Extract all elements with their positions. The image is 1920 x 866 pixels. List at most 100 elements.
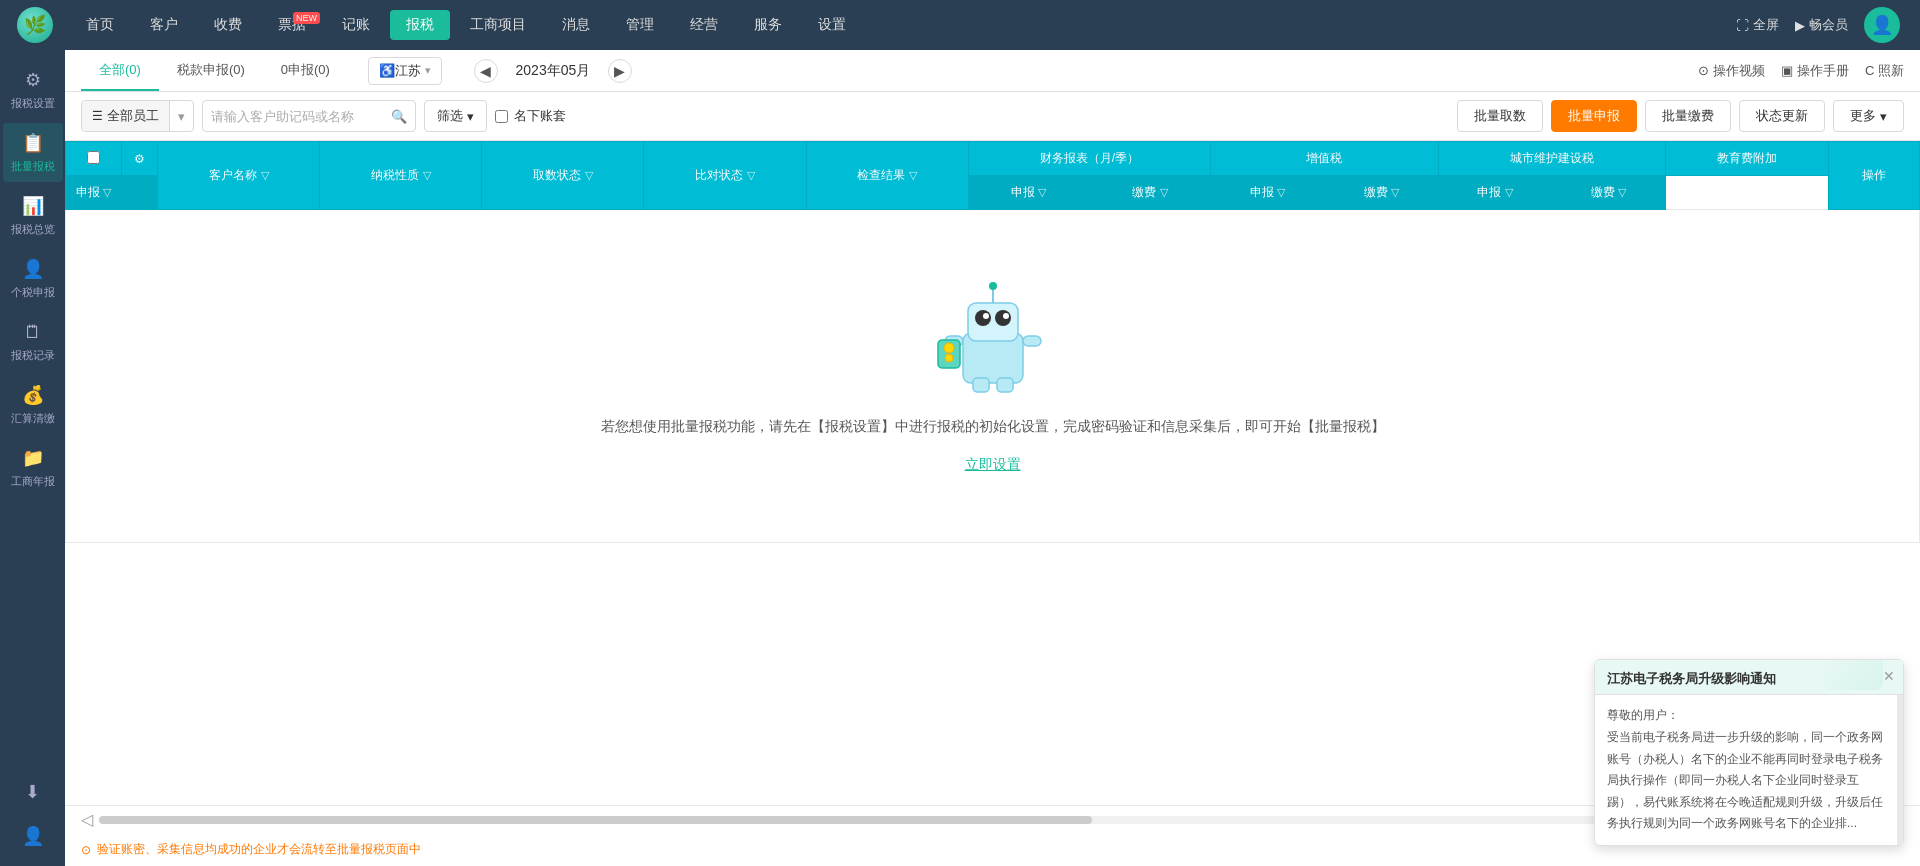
th-urban-pay: 缴费 ▽ — [1324, 176, 1438, 210]
notification-close-button[interactable]: ✕ — [1883, 668, 1895, 684]
svg-point-11 — [944, 343, 954, 353]
table-settings-icon[interactable]: ⚙ — [134, 152, 145, 166]
new-badge: NEW — [293, 12, 320, 24]
nav-item-settings[interactable]: 设置 — [802, 10, 862, 40]
nav-item-tax[interactable]: 报税 — [390, 10, 450, 40]
date-navigation: ◀ 2023年05月 ▶ — [474, 59, 632, 83]
empty-state-cell: 若您想使用批量报税功能，请先在【报税设置】中进行报税的初始化设置，完成密码验证和… — [66, 210, 1920, 543]
setup-link[interactable]: 立即设置 — [965, 456, 1021, 474]
svg-point-7 — [989, 282, 997, 290]
batch-fetch-button[interactable]: 批量取数 — [1457, 100, 1543, 132]
employee-selector[interactable]: ☰ 全部员工 ▾ — [81, 100, 194, 132]
search-icon[interactable]: 🔍 — [391, 109, 407, 124]
fullscreen-button[interactable]: ⛶ 全屏 — [1736, 16, 1779, 34]
filter-icon-edu-pay[interactable]: ▽ — [1618, 186, 1626, 198]
operation-video-button[interactable]: ⊙ 操作视频 — [1698, 62, 1765, 80]
nav-item-bookkeeping[interactable]: 记账 — [326, 10, 386, 40]
sidebar-item-annual-report[interactable]: 📁 工商年报 — [3, 438, 63, 497]
filter-icon-name[interactable]: ▽ — [261, 169, 269, 181]
date-next-button[interactable]: ▶ — [608, 59, 632, 83]
notification-panel: 江苏电子税务局升级影响通知 ✕ 尊敬的用户： 受当前电子税务局进一步升级的影响，… — [1594, 659, 1904, 846]
nav-item-fee[interactable]: 收费 — [198, 10, 258, 40]
th-financial-sub2 — [122, 176, 158, 210]
sidebar-item-user[interactable]: 👤 — [3, 816, 63, 856]
filter-icon-fin-dec[interactable]: ▽ — [103, 186, 111, 198]
manual-icon: ▣ — [1781, 63, 1793, 78]
list-icon: ☰ — [92, 109, 103, 123]
checkbox-account-set[interactable]: 名下账套 — [495, 107, 566, 125]
user-avatar[interactable]: 👤 — [1864, 7, 1900, 43]
region-selector[interactable]: ♿江苏 ▾ — [368, 57, 442, 85]
status-update-button[interactable]: 状态更新 — [1739, 100, 1825, 132]
filter-icon-edu-dec[interactable]: ▽ — [1505, 186, 1513, 198]
account-set-checkbox[interactable] — [495, 110, 508, 123]
tax-overview-icon: 📊 — [21, 194, 45, 218]
empty-robot-illustration — [933, 278, 1053, 398]
th-check-result: 检查结果 ▽ — [806, 142, 968, 210]
svg-rect-14 — [997, 378, 1013, 392]
search-input[interactable] — [211, 109, 391, 124]
filter-icon-urban-pay[interactable]: ▽ — [1391, 186, 1399, 198]
th-urban-declare: 申报 ▽ — [1211, 176, 1325, 210]
filter-icon-vat-pay[interactable]: ▽ — [1160, 186, 1168, 198]
nav-item-business[interactable]: 工商项目 — [454, 10, 542, 40]
filter-icon-check[interactable]: ▽ — [909, 169, 917, 181]
sidebar-item-tax-settings[interactable]: ⚙ 报税设置 — [3, 60, 63, 119]
region-arrow-icon: ▾ — [425, 64, 431, 77]
sidebar: ⚙ 报税设置 📋 批量报税 📊 报税总览 👤 个税申报 🗒 报税记录 💰 汇算清… — [0, 50, 65, 866]
more-button[interactable]: 更多 ▾ — [1833, 100, 1904, 132]
batch-pay-button[interactable]: 批量缴费 — [1645, 100, 1731, 132]
filter-icon-urban-dec[interactable]: ▽ — [1277, 186, 1285, 198]
employee-label: ☰ 全部员工 — [82, 101, 170, 131]
tabs-right: ⊙ 操作视频 ▣ 操作手册 C 照新 — [1698, 62, 1904, 80]
sidebar-item-download[interactable]: ⬇ — [3, 772, 63, 812]
nav-item-service[interactable]: 服务 — [738, 10, 798, 40]
filter-icon-vat-dec[interactable]: ▽ — [1038, 186, 1046, 198]
filter-button[interactable]: 筛选 ▾ — [424, 100, 487, 132]
th-financial-declare: 申报 ▽ — [66, 176, 122, 210]
member-button[interactable]: ▶ 畅会员 — [1795, 16, 1848, 34]
th-tax-nature: 纳税性质 ▽ — [320, 142, 482, 210]
tab-all[interactable]: 全部(0) — [81, 51, 159, 91]
tab-zero-declare[interactable]: 0申报(0) — [263, 51, 348, 91]
personal-tax-icon: 👤 — [21, 257, 45, 281]
toolbar-right: 批量取数 批量申报 批量缴费 状态更新 更多 ▾ — [1457, 100, 1904, 132]
filter-icon-fetch[interactable]: ▽ — [585, 169, 593, 181]
nav-item-management[interactable]: 管理 — [610, 10, 670, 40]
scroll-left-icon[interactable]: ◁ — [81, 810, 93, 829]
empty-state: 若您想使用批量报税功能，请先在【报税设置】中进行报税的初始化设置，完成密码验证和… — [76, 218, 1909, 534]
annual-report-icon: 📁 — [21, 446, 45, 470]
sidebar-item-personal-tax[interactable]: 👤 个税申报 — [3, 249, 63, 308]
notification-body-wrap: 尊敬的用户： 受当前电子税务局进一步升级的影响，同一个政务网账号（办税人）名下的… — [1595, 695, 1903, 845]
th-fetch-status: 取数状态 ▽ — [482, 142, 644, 210]
sidebar-bottom: ⬇ 👤 — [3, 772, 63, 856]
svg-rect-13 — [973, 378, 989, 392]
nav-item-operation[interactable]: 经营 — [674, 10, 734, 40]
sidebar-item-batch-tax[interactable]: 📋 批量报税 — [3, 123, 63, 182]
notification-scrollbar[interactable] — [1897, 695, 1903, 845]
sidebar-item-annual-settle[interactable]: 💰 汇算清缴 — [3, 375, 63, 434]
tax-records-icon: 🗒 — [21, 320, 45, 344]
nav-item-message[interactable]: 消息 — [546, 10, 606, 40]
tab-tax-declare[interactable]: 税款申报(0) — [159, 51, 263, 91]
refresh-button[interactable]: C 照新 — [1865, 62, 1904, 80]
nav-item-home[interactable]: 首页 — [70, 10, 130, 40]
logo-icon: 🌿 — [17, 7, 53, 43]
batch-tax-icon: 📋 — [21, 131, 45, 155]
sidebar-item-tax-records[interactable]: 🗒 报税记录 — [3, 312, 63, 371]
th-vat-pay: 缴费 ▽ — [1089, 176, 1210, 210]
sidebar-item-tax-overview[interactable]: 📊 报税总览 — [3, 186, 63, 245]
filter-icon-compare[interactable]: ▽ — [747, 169, 755, 181]
region-label: ♿江苏 — [379, 62, 421, 80]
filter-arrow-icon: ▾ — [467, 109, 474, 124]
date-prev-button[interactable]: ◀ — [474, 59, 498, 83]
select-all-checkbox[interactable] — [87, 151, 100, 164]
operation-manual-button[interactable]: ▣ 操作手册 — [1781, 62, 1849, 80]
data-table: ⚙ 客户名称 ▽ 纳税性质 ▽ 取数状态 ▽ — [65, 141, 1920, 543]
nav-item-invoice[interactable]: 票据 NEW — [262, 10, 322, 40]
filter-icon-nature[interactable]: ▽ — [423, 169, 431, 181]
batch-declare-button[interactable]: 批量申报 — [1551, 100, 1637, 132]
nav-item-customer[interactable]: 客户 — [134, 10, 194, 40]
th-customer-name: 客户名称 ▽ — [158, 142, 320, 210]
employee-arrow-icon: ▾ — [170, 109, 193, 124]
